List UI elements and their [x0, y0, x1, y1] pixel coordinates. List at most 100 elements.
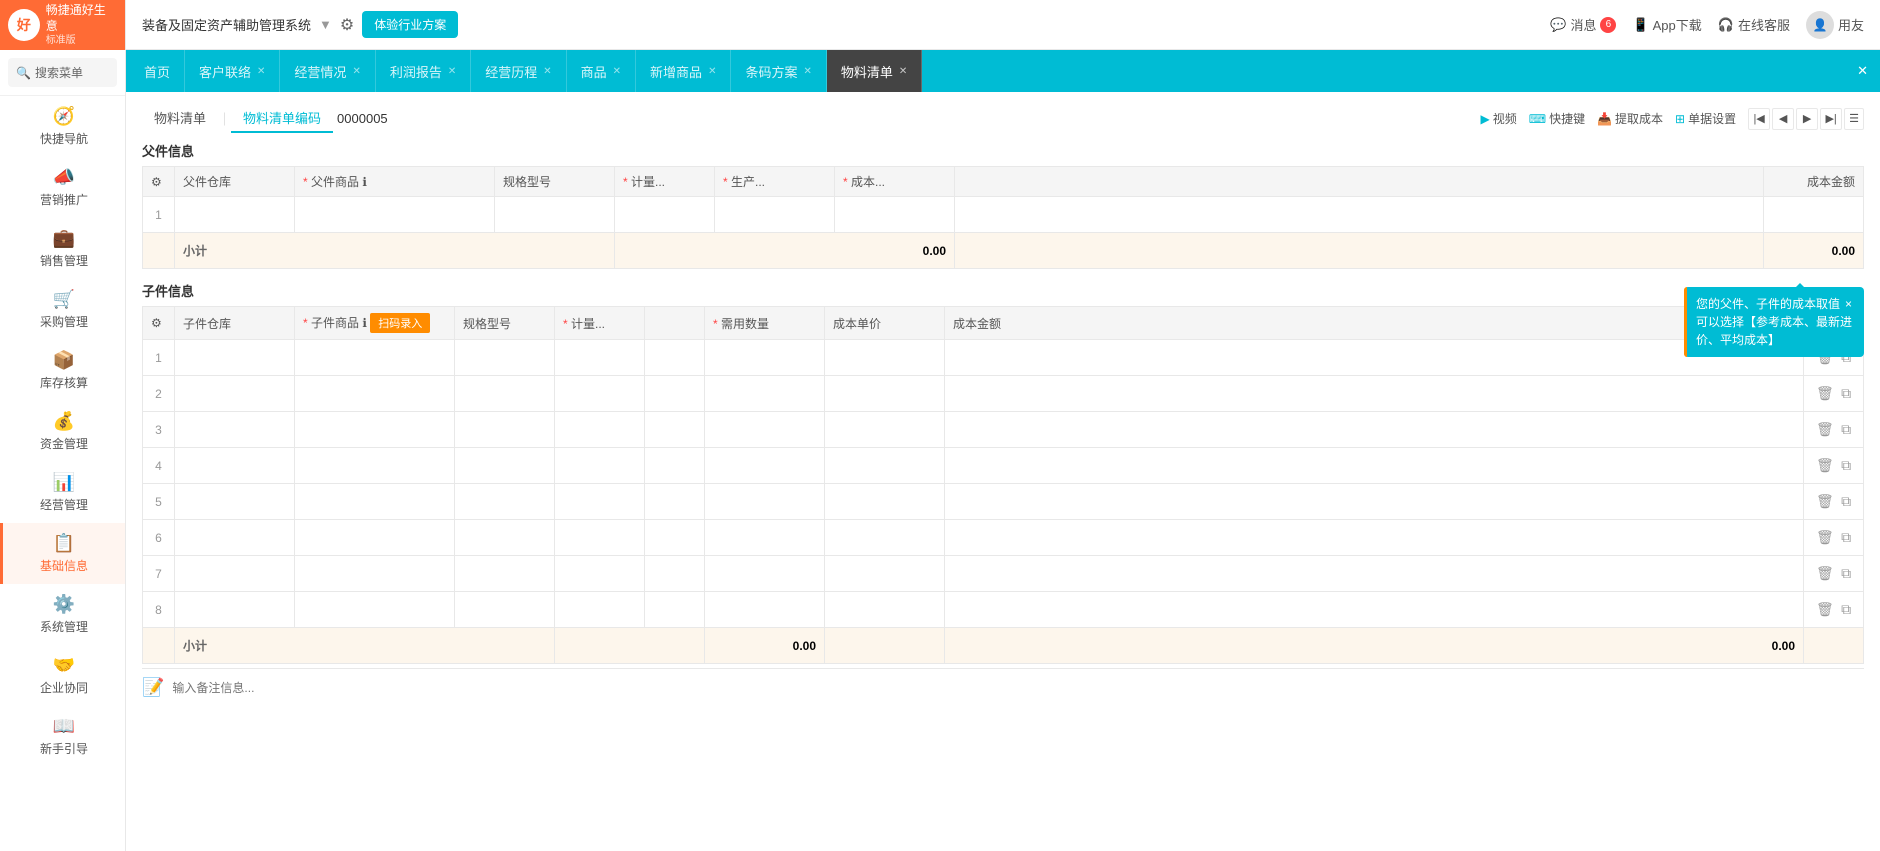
child-unit-cell-8[interactable] [555, 592, 645, 628]
sidebar-item-finance[interactable]: 💰资金管理 [0, 401, 125, 462]
child-unit-cost-cell-6[interactable] [825, 520, 945, 556]
child-qty-cell-3[interactable] [705, 412, 825, 448]
user-menu[interactable]: 👤 用友 [1806, 11, 1864, 39]
parent-spec-cell[interactable] [495, 197, 615, 233]
child-warehouse-cell-7[interactable] [175, 556, 295, 592]
sidebar-item-sales[interactable]: 💼销售管理 [0, 218, 125, 279]
child-qty-cell-7[interactable] [705, 556, 825, 592]
parent-production-cell[interactable] [715, 197, 835, 233]
tab-customer[interactable]: 客户联络 ✕ [185, 50, 280, 92]
child-spec-cell-3[interactable] [455, 412, 555, 448]
child-unit-cell-7[interactable] [555, 556, 645, 592]
child-product-cell-5[interactable] [295, 484, 455, 520]
view-video-button[interactable]: ▶ 视频 [1480, 110, 1516, 127]
child-unit-cell-3[interactable] [555, 412, 645, 448]
parent-product-cell[interactable] [295, 197, 495, 233]
child-unit-cell-1[interactable] [555, 340, 645, 376]
parent-unit-cell[interactable] [615, 197, 715, 233]
tab-bom[interactable]: 物料清单 ✕ [827, 50, 922, 92]
app-download-button[interactable]: 📱 App下载 [1632, 15, 1701, 34]
child-product-cell-3[interactable] [295, 412, 455, 448]
tab-products[interactable]: 商品 ✕ [567, 50, 636, 92]
parent-col-settings[interactable]: ⚙ [143, 167, 175, 197]
copy-row-button-3[interactable]: ⧉ [1841, 421, 1851, 437]
child-warehouse-cell-8[interactable] [175, 592, 295, 628]
child-spec-cell-6[interactable] [455, 520, 555, 556]
delete-row-button-6[interactable]: 🗑 [1816, 529, 1834, 545]
child-unit-cost-cell-4[interactable] [825, 448, 945, 484]
child-spec-cell-5[interactable] [455, 484, 555, 520]
sidebar-item-inventory[interactable]: 📦库存核算 [0, 340, 125, 401]
child-warehouse-cell-4[interactable] [175, 448, 295, 484]
messages-button[interactable]: 💬 消息 6 [1550, 15, 1616, 34]
child-unit-cell-2[interactable] [555, 376, 645, 412]
parent-warehouse-cell[interactable] [175, 197, 295, 233]
child-warehouse-cell-2[interactable] [175, 376, 295, 412]
tab-close-profit-report[interactable]: ✕ [448, 66, 456, 77]
extract-cost-button[interactable]: 📥 提取成本 [1597, 110, 1663, 127]
online-service-button[interactable]: 🎧 在线客服 [1718, 15, 1790, 34]
tooltip-close-button[interactable]: × [1845, 295, 1852, 313]
tab-close-barcode[interactable]: ✕ [803, 66, 811, 77]
nav-last-button[interactable]: ▶| [1820, 108, 1842, 130]
delete-row-button-3[interactable]: 🗑 [1816, 421, 1834, 437]
child-product-cell-4[interactable] [295, 448, 455, 484]
shortcut-button[interactable]: ⌨ 快捷键 [1529, 110, 1585, 127]
child-spec-cell-7[interactable] [455, 556, 555, 592]
sidebar-item-quick-nav[interactable]: 🧭快捷导航 [0, 96, 125, 157]
delete-row-button-2[interactable]: 🗑 [1816, 385, 1834, 401]
child-spec-cell-8[interactable] [455, 592, 555, 628]
copy-row-button-7[interactable]: ⧉ [1841, 565, 1851, 581]
child-unit-cost-cell-5[interactable] [825, 484, 945, 520]
tab-profit-report[interactable]: 利润报告 ✕ [376, 50, 471, 92]
sidebar-item-basic-info[interactable]: 📋基础信息 [0, 523, 125, 584]
parent-cost-cell[interactable] [835, 197, 955, 233]
experience-button[interactable]: 体验行业方案 [362, 11, 458, 38]
search-menu-button[interactable]: 🔍 搜索菜单 [8, 58, 117, 87]
delete-row-button-7[interactable]: 🗑 [1816, 565, 1834, 581]
sidebar-item-system[interactable]: ⚙️系统管理 [0, 584, 125, 645]
child-product-cell-6[interactable] [295, 520, 455, 556]
tab-close-bom[interactable]: ✕ [899, 66, 907, 77]
sidebar-search[interactable]: 🔍 搜索菜单 [0, 50, 125, 96]
sidebar-item-enterprise[interactable]: 🤝企业协同 [0, 645, 125, 706]
child-unit-cost-cell-3[interactable] [825, 412, 945, 448]
child-qty-cell-8[interactable] [705, 592, 825, 628]
sidebar-item-guide[interactable]: 📖新手引导 [0, 706, 125, 767]
child-spec-cell-4[interactable] [455, 448, 555, 484]
child-unit-cost-cell-7[interactable] [825, 556, 945, 592]
child-product-cell-7[interactable] [295, 556, 455, 592]
child-qty-cell-6[interactable] [705, 520, 825, 556]
tab-operations-history[interactable]: 经营历程 ✕ [471, 50, 566, 92]
delete-row-button-4[interactable]: 🗑 [1816, 457, 1834, 473]
child-warehouse-cell-1[interactable] [175, 340, 295, 376]
tab-home[interactable]: 首页 [130, 50, 185, 92]
sidebar-item-purchase[interactable]: 🛒采购管理 [0, 279, 125, 340]
tab-bar-close-all[interactable]: ✕ [1857, 63, 1876, 79]
nav-prev-button[interactable]: ◀ [1772, 108, 1794, 130]
scan-input-button[interactable]: 扫码录入 [370, 313, 430, 333]
child-unit-cell-4[interactable] [555, 448, 645, 484]
system-title-dropdown-icon[interactable]: ▼ [319, 17, 332, 32]
child-unit-cell-6[interactable] [555, 520, 645, 556]
tab-close-new-product[interactable]: ✕ [708, 66, 716, 77]
child-warehouse-cell-3[interactable] [175, 412, 295, 448]
child-spec-cell-2[interactable] [455, 376, 555, 412]
child-warehouse-cell-5[interactable] [175, 484, 295, 520]
tab-close-operations-status[interactable]: ✕ [352, 66, 360, 77]
child-qty-cell-5[interactable] [705, 484, 825, 520]
child-product-cell-8[interactable] [295, 592, 455, 628]
single-settings-button[interactable]: ⊞ 单据设置 [1675, 110, 1736, 127]
child-product-cell-1[interactable] [295, 340, 455, 376]
child-warehouse-cell-6[interactable] [175, 520, 295, 556]
copy-row-button-4[interactable]: ⧉ [1841, 457, 1851, 473]
child-unit-cost-cell-8[interactable] [825, 592, 945, 628]
sidebar-item-operations[interactable]: 📊经营管理 [0, 462, 125, 523]
settings-button[interactable]: ⚙ [340, 15, 354, 35]
child-spec-cell-1[interactable] [455, 340, 555, 376]
nav-next-button[interactable]: ▶ [1796, 108, 1818, 130]
sub-tab-bom-list[interactable]: 物料清单 [142, 104, 218, 133]
copy-row-button-6[interactable]: ⧉ [1841, 529, 1851, 545]
child-qty-cell-2[interactable] [705, 376, 825, 412]
nav-first-button[interactable]: |◀ [1748, 108, 1770, 130]
